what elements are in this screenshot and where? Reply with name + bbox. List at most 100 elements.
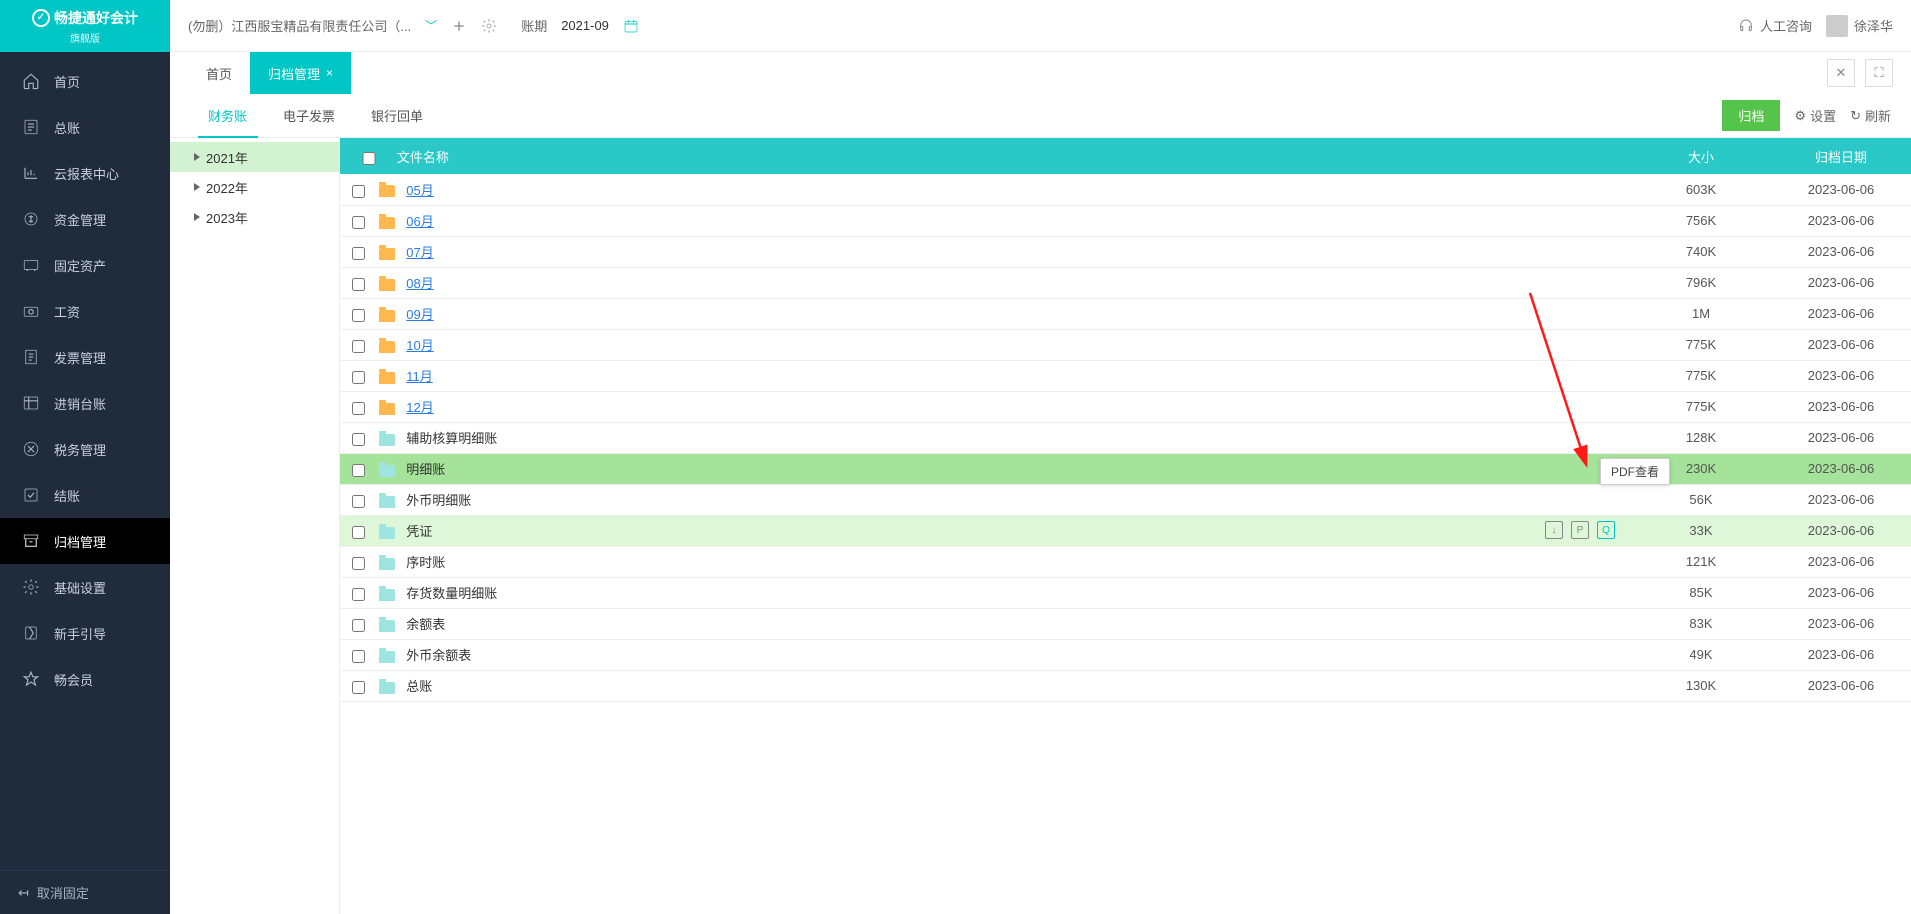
file-name[interactable]: 07月 <box>406 245 433 260</box>
table-row[interactable]: 余额表 83K 2023-06-06 <box>340 608 1911 639</box>
gear-icon: ⚙ <box>1794 108 1806 124</box>
file-name[interactable]: 05月 <box>406 183 433 198</box>
settings-button[interactable]: ⚙ 设置 <box>1794 106 1836 125</box>
file-size: 85K <box>1631 577 1771 608</box>
nav-item-stock[interactable]: 进销台账 <box>0 380 170 426</box>
row-checkbox[interactable] <box>352 247 365 260</box>
table-row[interactable]: 08月 796K 2023-06-06 <box>340 267 1911 298</box>
tree-year[interactable]: 2022年 <box>170 172 339 202</box>
nav-item-asset[interactable]: 固定资产 <box>0 242 170 288</box>
row-checkbox[interactable] <box>352 464 365 477</box>
nav-item-tax[interactable]: 税务管理 <box>0 426 170 472</box>
close-icon[interactable]: ✕ <box>1827 59 1855 87</box>
table-row[interactable]: 外币余额表 49K 2023-06-06 <box>340 639 1911 670</box>
refresh-button[interactable]: ↻ 刷新 <box>1850 106 1891 125</box>
subtab[interactable]: 电子发票 <box>265 94 353 137</box>
nav-label: 首页 <box>54 72 80 91</box>
nav-item-report[interactable]: 云报表中心 <box>0 150 170 196</box>
settings-icon <box>22 578 40 596</box>
pdf-icon[interactable]: P <box>1571 521 1589 539</box>
row-checkbox[interactable] <box>352 681 365 694</box>
tree-year[interactable]: 2021年 <box>170 142 339 172</box>
table-row[interactable]: 12月 775K 2023-06-06 <box>340 391 1911 422</box>
table-row[interactable]: 外币明细账 56K 2023-06-06 <box>340 484 1911 515</box>
period-value[interactable]: 2021-09 <box>561 18 609 33</box>
plus-icon[interactable] <box>451 18 467 34</box>
topbar: (勿删）江西服宝精品有限责任公司（... ﹀ 账期 2021-09 人工咨询 徐… <box>170 0 1911 52</box>
file-name[interactable]: 10月 <box>406 338 433 353</box>
table-row[interactable]: 10月 775K 2023-06-06 <box>340 329 1911 360</box>
preview-icon[interactable]: Q <box>1597 521 1615 539</box>
user-menu[interactable]: 徐泽华 <box>1826 15 1893 37</box>
row-checkbox[interactable] <box>352 495 365 508</box>
file-name[interactable]: 08月 <box>406 276 433 291</box>
close-icon[interactable]: × <box>326 66 333 80</box>
table-row[interactable]: 07月 740K 2023-06-06 <box>340 236 1911 267</box>
archive-button[interactable]: 归档 <box>1722 100 1780 131</box>
file-size: 128K <box>1631 422 1771 453</box>
triangle-icon <box>194 183 200 191</box>
nav-item-home[interactable]: 首页 <box>0 58 170 104</box>
table-row[interactable]: 05月 603K 2023-06-06 <box>340 174 1911 205</box>
row-checkbox[interactable] <box>352 402 365 415</box>
table-row[interactable]: 总账 130K 2023-06-06 <box>340 670 1911 701</box>
file-name[interactable]: 06月 <box>406 214 433 229</box>
nav-item-invoice[interactable]: 发票管理 <box>0 334 170 380</box>
file-name[interactable]: 12月 <box>406 400 433 415</box>
table-row[interactable]: 序时账 121K 2023-06-06 <box>340 546 1911 577</box>
row-checkbox[interactable] <box>352 185 365 198</box>
gear-icon[interactable] <box>481 18 497 34</box>
table-row[interactable]: 凭证 ↓ P Q 33K 2023-06-06 <box>340 515 1911 546</box>
table-row[interactable]: 明细账 230K 2023-06-06 <box>340 453 1911 484</box>
tab[interactable]: 归档管理× <box>250 52 351 94</box>
nav-item-archive[interactable]: 归档管理 <box>0 518 170 564</box>
fullscreen-icon[interactable]: ⛶ <box>1865 59 1893 87</box>
subtab[interactable]: 财务账 <box>190 94 265 137</box>
row-checkbox[interactable] <box>352 309 365 322</box>
sidebar-unpin[interactable]: ↤ 取消固定 <box>0 870 170 914</box>
download-icon[interactable]: ↓ <box>1545 521 1563 539</box>
row-checkbox[interactable] <box>352 619 365 632</box>
row-checkbox[interactable] <box>352 557 365 570</box>
chevron-down-icon[interactable]: ﹀ <box>425 17 437 34</box>
archive-date: 2023-06-06 <box>1771 484 1911 515</box>
table-row[interactable]: 辅助核算明细账 128K 2023-06-06 <box>340 422 1911 453</box>
table-row[interactable]: 存货数量明细账 85K 2023-06-06 <box>340 577 1911 608</box>
row-checkbox[interactable] <box>352 216 365 229</box>
consult-link[interactable]: 人工咨询 <box>1738 16 1812 35</box>
archive-date: 2023-06-06 <box>1771 546 1911 577</box>
refresh-label: 刷新 <box>1865 106 1891 125</box>
tabs: 首页归档管理× ✕ ⛶ <box>170 52 1911 94</box>
row-checkbox[interactable] <box>352 588 365 601</box>
archive-date: 2023-06-06 <box>1771 577 1911 608</box>
nav-item-funds[interactable]: 资金管理 <box>0 196 170 242</box>
select-all-checkbox[interactable] <box>352 152 386 165</box>
nav-item-salary[interactable]: 工资 <box>0 288 170 334</box>
file-name[interactable]: 11月 <box>406 369 433 384</box>
file-name[interactable]: 09月 <box>406 307 433 322</box>
nav-label: 固定资产 <box>54 256 106 275</box>
tab[interactable]: 首页 <box>188 52 250 94</box>
row-checkbox[interactable] <box>352 340 365 353</box>
nav-item-ledger[interactable]: 总账 <box>0 104 170 150</box>
tree-year[interactable]: 2023年 <box>170 202 339 232</box>
row-checkbox[interactable] <box>352 526 365 539</box>
nav-item-close[interactable]: 结账 <box>0 472 170 518</box>
row-checkbox[interactable] <box>352 371 365 384</box>
row-checkbox[interactable] <box>352 278 365 291</box>
header-size: 大小 <box>1631 138 1771 174</box>
file-size: 130K <box>1631 670 1771 701</box>
member-icon <box>22 670 40 688</box>
nav-item-settings[interactable]: 基础设置 <box>0 564 170 610</box>
table-row[interactable]: 06月 756K 2023-06-06 <box>340 205 1911 236</box>
nav-item-member[interactable]: 畅会员 <box>0 656 170 702</box>
subtab[interactable]: 银行回单 <box>353 94 441 137</box>
company-selector[interactable]: (勿删）江西服宝精品有限责任公司（... <box>188 16 411 35</box>
row-checkbox[interactable] <box>352 433 365 446</box>
table-row[interactable]: 09月 1M 2023-06-06 <box>340 298 1911 329</box>
folder-icon <box>379 496 395 508</box>
nav-item-guide[interactable]: 新手引导 <box>0 610 170 656</box>
calendar-icon[interactable] <box>623 18 639 34</box>
row-checkbox[interactable] <box>352 650 365 663</box>
table-row[interactable]: 11月 775K 2023-06-06 <box>340 360 1911 391</box>
